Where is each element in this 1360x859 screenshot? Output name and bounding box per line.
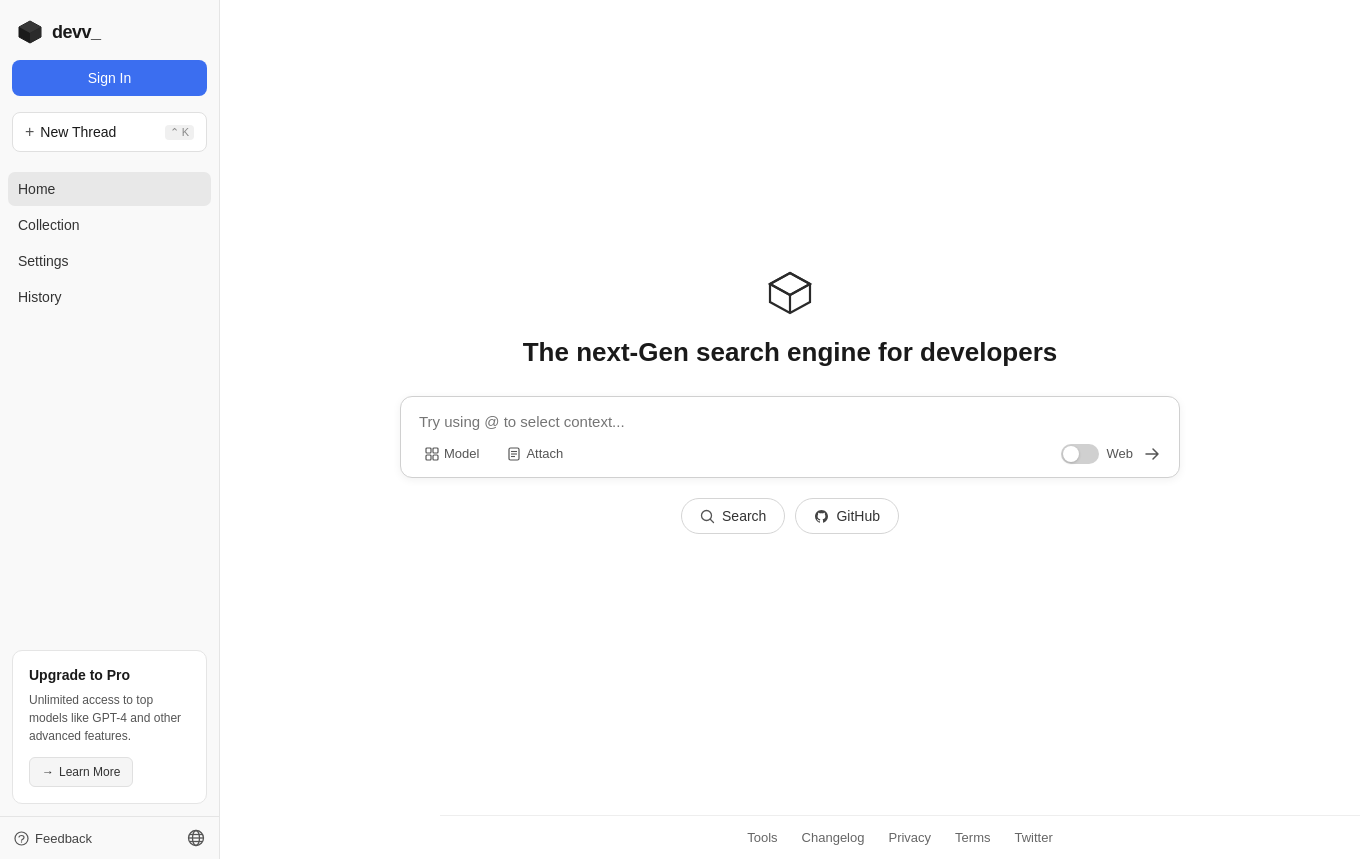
arrow-right-icon: → (42, 765, 54, 779)
attach-button[interactable]: Attach (501, 442, 569, 465)
sidebar-navigation: HomeCollectionSettingsHistory (0, 172, 219, 314)
svg-point-15 (702, 510, 712, 520)
footer-link-tools[interactable]: Tools (747, 830, 777, 845)
search-input[interactable] (419, 413, 1161, 430)
upgrade-description: Unlimited access to top models like GPT-… (29, 691, 190, 745)
hero-title: The next-Gen search engine for developer… (523, 337, 1058, 368)
svg-rect-10 (433, 455, 438, 460)
language-button[interactable] (187, 829, 205, 847)
feedback-button[interactable]: Feedback (14, 831, 92, 846)
footer-link-changelog[interactable]: Changelog (802, 830, 865, 845)
search-box: Model Attach Web (400, 396, 1180, 478)
github-quick-button[interactable]: GitHub (795, 498, 899, 534)
svg-rect-8 (433, 448, 438, 453)
devv-logo-icon (16, 18, 44, 46)
model-label: Model (444, 446, 479, 461)
web-toggle-track[interactable] (1061, 444, 1099, 464)
svg-line-16 (711, 519, 714, 522)
learn-more-label: Learn More (59, 765, 120, 779)
model-icon (425, 447, 439, 461)
app-name: devv_ (52, 22, 101, 43)
footer-link-terms[interactable]: Terms (955, 830, 990, 845)
toolbar-right: Web (1061, 444, 1162, 464)
hero-icon (762, 265, 818, 321)
search-quick-label: Search (722, 508, 766, 524)
web-toggle-thumb (1063, 446, 1079, 462)
github-icon (814, 509, 829, 524)
new-thread-label: New Thread (40, 124, 116, 140)
feedback-icon (14, 831, 29, 846)
sidebar-item-collection[interactable]: Collection (8, 208, 211, 242)
github-quick-label: GitHub (836, 508, 880, 524)
arrow-right-icon (1143, 445, 1161, 463)
sidebar-item-settings[interactable]: Settings (8, 244, 211, 278)
feedback-label: Feedback (35, 831, 92, 846)
svg-point-0 (15, 832, 28, 845)
footer: Tools Changelog Privacy Terms Twitter (440, 815, 1360, 859)
sign-in-button[interactable]: Sign In (12, 60, 207, 96)
new-thread-shortcut: ⌃ K (165, 125, 194, 140)
globe-icon (187, 829, 205, 847)
search-toolbar-left: Model Attach (419, 442, 569, 465)
sidebar-item-history[interactable]: History (8, 280, 211, 314)
submit-button[interactable] (1143, 445, 1161, 463)
sidebar-footer: Feedback (0, 816, 219, 859)
web-toggle: Web (1061, 444, 1134, 464)
quick-actions: Search GitHub (681, 498, 899, 534)
search-quick-button[interactable]: Search (681, 498, 785, 534)
svg-rect-7 (426, 448, 431, 453)
sidebar-item-home[interactable]: Home (8, 172, 211, 206)
sidebar-logo: devv_ (0, 0, 219, 60)
svg-point-1 (21, 841, 22, 842)
model-button[interactable]: Model (419, 442, 485, 465)
svg-rect-9 (426, 455, 431, 460)
plus-icon: + (25, 123, 34, 141)
attach-label: Attach (526, 446, 563, 461)
footer-link-privacy[interactable]: Privacy (888, 830, 931, 845)
main-content: The next-Gen search engine for developer… (220, 0, 1360, 859)
upgrade-title: Upgrade to Pro (29, 667, 190, 683)
upgrade-card: Upgrade to Pro Unlimited access to top m… (12, 650, 207, 804)
search-toolbar: Model Attach Web (419, 442, 1161, 465)
footer-link-twitter[interactable]: Twitter (1014, 830, 1052, 845)
web-label: Web (1107, 446, 1134, 461)
new-thread-button[interactable]: + New Thread ⌃ K (12, 112, 207, 152)
sidebar-bottom: Upgrade to Pro Unlimited access to top m… (0, 638, 219, 859)
hero-section: The next-Gen search engine for developer… (523, 265, 1058, 368)
learn-more-button[interactable]: → Learn More (29, 757, 133, 787)
attach-icon (507, 447, 521, 461)
sidebar: devv_ Sign In + New Thread ⌃ K HomeColle… (0, 0, 220, 859)
search-quick-icon (700, 509, 715, 524)
new-thread-left: + New Thread (25, 123, 116, 141)
